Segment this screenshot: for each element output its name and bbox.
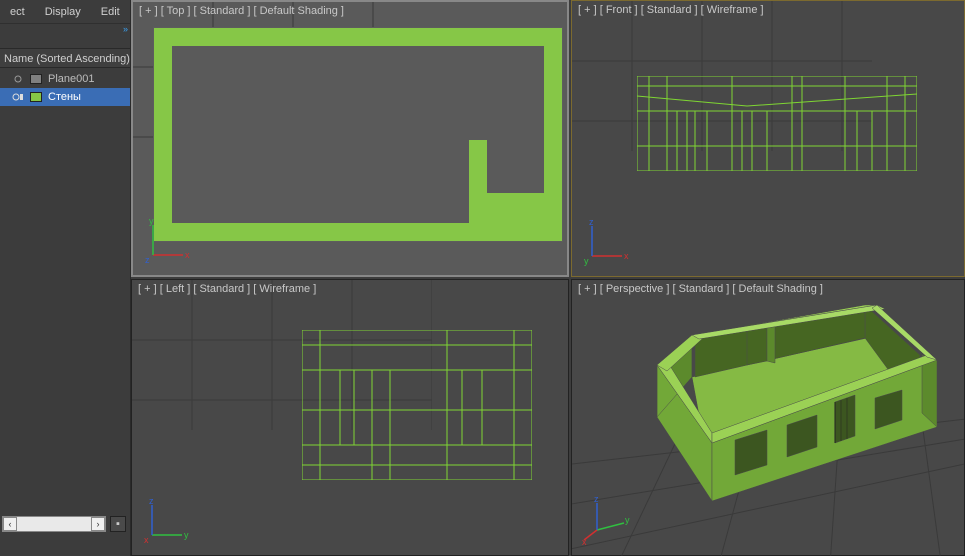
viewport-left[interactable]: [ + ] [ Left ] [ Standard ] [ Wireframe … xyxy=(131,279,569,556)
svg-text:x: x xyxy=(624,251,629,261)
menu-select[interactable]: ect xyxy=(0,3,35,21)
viewport-menu-view: [ Front ] xyxy=(600,4,638,16)
color-swatch[interactable] xyxy=(30,74,42,84)
viewport-menu-standard: [ Standard ] xyxy=(641,4,698,16)
svg-text:z: z xyxy=(589,217,594,227)
axis-tripod-icon: y z x xyxy=(142,495,192,545)
svg-text:z: z xyxy=(594,495,599,504)
viewport-menu-view: [ Top ] xyxy=(161,5,191,17)
svg-text:y: y xyxy=(625,515,630,525)
left-wireframe xyxy=(302,330,532,480)
viewport-label[interactable]: [ + ] [ Front ] [ Standard ] [ Wireframe… xyxy=(578,4,764,16)
scene-explorer-panel: ect Display Edit » Name (Sorted Ascendin… xyxy=(0,0,131,556)
svg-text:y: y xyxy=(584,256,589,266)
menu-display[interactable]: Display xyxy=(35,3,91,21)
viewport-menu-standard: [ Standard ] xyxy=(193,283,250,295)
perspective-geometry xyxy=(617,305,937,535)
viewport-menu-standard: [ Standard ] xyxy=(194,5,251,17)
svg-text:x: x xyxy=(144,535,149,545)
viewport-menu-view: [ Left ] xyxy=(160,283,191,295)
list-item[interactable]: Plane001 xyxy=(0,70,130,88)
viewport-menu-shading: [ Wireframe ] xyxy=(253,283,316,295)
viewport-menu-plus: [ + ] xyxy=(138,283,157,295)
axis-tripod-icon: x y z xyxy=(143,215,193,265)
viewport-menu-plus: [ + ] xyxy=(578,283,597,295)
viewport-menu-standard: [ Standard ] xyxy=(672,283,729,295)
svg-text:y: y xyxy=(149,216,154,226)
viewport-label[interactable]: [ + ] [ Left ] [ Standard ] [ Wireframe … xyxy=(138,283,316,295)
viewport-perspective[interactable]: [ + ] [ Perspective ] [ Standard ] [ Def… xyxy=(571,279,965,556)
viewport-label[interactable]: [ + ] [ Top ] [ Standard ] [ Default Sha… xyxy=(139,5,344,17)
axis-tripod-icon: x z y xyxy=(582,216,632,266)
viewport-menu-plus: [ + ] xyxy=(578,4,597,16)
list-item[interactable]: Стены xyxy=(0,88,130,106)
viewport-menu-plus: [ + ] xyxy=(139,5,158,17)
viewport-top[interactable]: [ + ] [ Top ] [ Standard ] [ Default Sha… xyxy=(131,0,569,277)
scroll-left-button[interactable]: ‹ xyxy=(3,517,17,531)
panel-toggle-button[interactable]: ▪ xyxy=(110,516,126,532)
visibility-toggle-icon[interactable] xyxy=(12,91,24,103)
viewport-quad: [ + ] [ Top ] [ Standard ] [ Default Sha… xyxy=(131,0,965,556)
visibility-toggle-icon[interactable] xyxy=(12,73,24,85)
viewport-menu-shading: [ Wireframe ] xyxy=(701,4,764,16)
svg-text:z: z xyxy=(145,255,150,265)
object-name: Plane001 xyxy=(48,73,130,85)
column-header-name[interactable]: Name (Sorted Ascending) xyxy=(0,48,130,68)
viewport-front[interactable]: [ + ] [ Front ] [ Standard ] [ Wireframe… xyxy=(571,0,965,277)
color-swatch[interactable] xyxy=(30,92,42,102)
axis-tripod-icon: y z x xyxy=(582,495,632,545)
svg-text:x: x xyxy=(582,537,587,545)
viewport-menu-shading: [ Default Shading ] xyxy=(253,5,344,17)
menu-edit[interactable]: Edit xyxy=(91,3,130,21)
top-view-geometry xyxy=(153,27,563,242)
object-name: Стены xyxy=(48,91,130,103)
svg-text:y: y xyxy=(184,530,189,540)
menu-bar: ect Display Edit xyxy=(0,0,130,24)
menu-expand-chevron-icon[interactable]: » xyxy=(123,24,126,34)
svg-text:x: x xyxy=(185,250,190,260)
svg-text:z: z xyxy=(149,496,154,506)
viewport-menu-view: [ Perspective ] xyxy=(600,283,670,295)
viewport-label[interactable]: [ + ] [ Perspective ] [ Standard ] [ Def… xyxy=(578,283,823,295)
horizontal-scrollbar[interactable]: ‹ › xyxy=(2,516,106,532)
front-wireframe xyxy=(637,76,917,171)
scroll-right-button[interactable]: › xyxy=(91,517,105,531)
viewport-menu-shading: [ Default Shading ] xyxy=(732,283,823,295)
scene-explorer-list: Plane001 Стены xyxy=(0,70,130,106)
